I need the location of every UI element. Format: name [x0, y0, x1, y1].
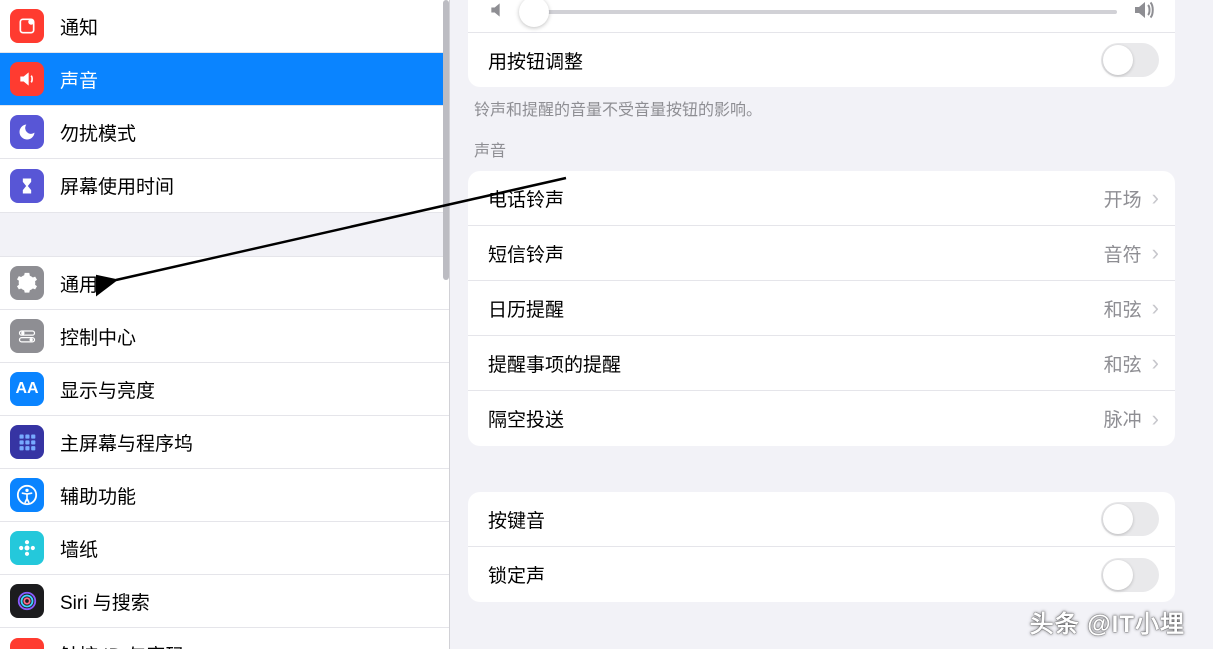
hourglass-icon: [10, 169, 44, 203]
speaker-high-icon: [1131, 0, 1155, 27]
sidebar-item-label: 屏幕使用时间: [60, 172, 174, 199]
row-value: 音符: [1104, 240, 1142, 267]
row-label: 短信铃声: [488, 240, 564, 267]
accessibility-icon: [10, 478, 44, 512]
sidebar-item-homescreen[interactable]: 主屏幕与程序坞: [0, 416, 449, 469]
row-label: 提醒事项的提醒: [488, 350, 621, 377]
sidebar-item-label: 通用: [60, 270, 98, 297]
sidebar-item-label: 显示与亮度: [60, 376, 155, 403]
row-reminder-alert[interactable]: 提醒事项的提醒 和弦 ›: [468, 336, 1175, 391]
siri-icon: [10, 584, 44, 618]
row-button-adjust[interactable]: 用按钮调整: [468, 32, 1175, 87]
fingerprint-icon: [10, 638, 44, 649]
sidebar-item-label: Siri 与搜索: [60, 588, 150, 615]
settings-sidebar: 通知 声音 勿扰模式 屏幕使用时间 通用: [0, 0, 450, 649]
sidebar-item-label: 声音: [60, 66, 98, 93]
chevron-right-icon: ›: [1152, 240, 1159, 266]
sidebar-item-label: 主屏幕与程序坞: [60, 429, 193, 456]
row-value: 开场: [1104, 185, 1142, 212]
row-ringtone[interactable]: 电话铃声 开场 ›: [468, 171, 1175, 226]
volume-slider-thumb[interactable]: [519, 0, 549, 27]
sidebar-scrollbar[interactable]: [443, 0, 449, 280]
row-label: 日历提醒: [488, 295, 564, 322]
toggle-button-adjust[interactable]: [1101, 43, 1159, 77]
sidebar-item-label: 通知: [60, 13, 98, 40]
sidebar-item-screentime[interactable]: 屏幕使用时间: [0, 159, 449, 212]
toggle-keyboard-clicks[interactable]: [1101, 502, 1159, 536]
row-label: 用按钮调整: [488, 47, 583, 74]
row-calendar-alert[interactable]: 日历提醒 和弦 ›: [468, 281, 1175, 336]
row-label: 电话铃声: [488, 185, 564, 212]
chevron-right-icon: ›: [1152, 185, 1159, 211]
sidebar-item-label: 控制中心: [60, 323, 136, 350]
sidebar-item-display[interactable]: AA 显示与亮度: [0, 363, 449, 416]
sidebar-item-touchid[interactable]: 触控 ID 与密码: [0, 628, 449, 649]
volume-slider[interactable]: [522, 10, 1117, 14]
sidebar-item-siri[interactable]: Siri 与搜索: [0, 575, 449, 628]
chevron-right-icon: ›: [1152, 295, 1159, 321]
row-value: 和弦: [1104, 295, 1142, 322]
settings-main: 用按钮调整 铃声和提醒的音量不受音量按钮的影响。 声音 电话铃声 开场 › 短信…: [450, 0, 1213, 649]
row-label: 隔空投送: [488, 405, 564, 432]
speaker-icon: [10, 62, 44, 96]
sidebar-item-label: 触控 ID 与密码: [60, 641, 185, 649]
row-value: 脉冲: [1104, 405, 1142, 432]
toggle-lock-sound[interactable]: [1101, 558, 1159, 592]
moon-icon: [10, 115, 44, 149]
sidebar-item-notifications[interactable]: 通知: [0, 0, 449, 53]
volume-slider-row: [468, 0, 1175, 32]
sidebar-item-wallpaper[interactable]: 墙纸: [0, 522, 449, 575]
chevron-right-icon: ›: [1152, 350, 1159, 376]
flower-icon: [10, 531, 44, 565]
sidebar-item-label: 勿扰模式: [60, 119, 136, 146]
note-volume-buttons: 铃声和提醒的音量不受音量按钮的影响。: [468, 87, 1175, 123]
sidebar-item-accessibility[interactable]: 辅助功能: [0, 469, 449, 522]
aa-icon: AA: [10, 372, 44, 406]
sidebar-item-dnd[interactable]: 勿扰模式: [0, 106, 449, 159]
row-airdrop[interactable]: 隔空投送 脉冲 ›: [468, 391, 1175, 446]
watermark: 头条 @IT小埋: [1030, 604, 1185, 639]
sidebar-section-gap: [0, 212, 449, 257]
chevron-right-icon: ›: [1152, 406, 1159, 432]
notification-icon: [10, 9, 44, 43]
row-text-tone[interactable]: 短信铃声 音符 ›: [468, 226, 1175, 281]
row-label: 锁定声: [488, 561, 545, 588]
sidebar-item-sound[interactable]: 声音: [0, 53, 449, 106]
row-label: 按键音: [488, 506, 545, 533]
row-value: 和弦: [1104, 350, 1142, 377]
section-header-sounds: 声音: [468, 123, 1175, 171]
speaker-low-icon: [488, 0, 508, 25]
sidebar-item-control-center[interactable]: 控制中心: [0, 310, 449, 363]
sidebar-item-label: 墙纸: [60, 535, 98, 562]
gear-icon: [10, 266, 44, 300]
switches-icon: [10, 319, 44, 353]
sidebar-item-general[interactable]: 通用: [0, 257, 449, 310]
row-lock-sound[interactable]: 锁定声: [468, 547, 1175, 602]
sidebar-item-label: 辅助功能: [60, 482, 136, 509]
row-keyboard-clicks[interactable]: 按键音: [468, 492, 1175, 547]
grid-icon: [10, 425, 44, 459]
